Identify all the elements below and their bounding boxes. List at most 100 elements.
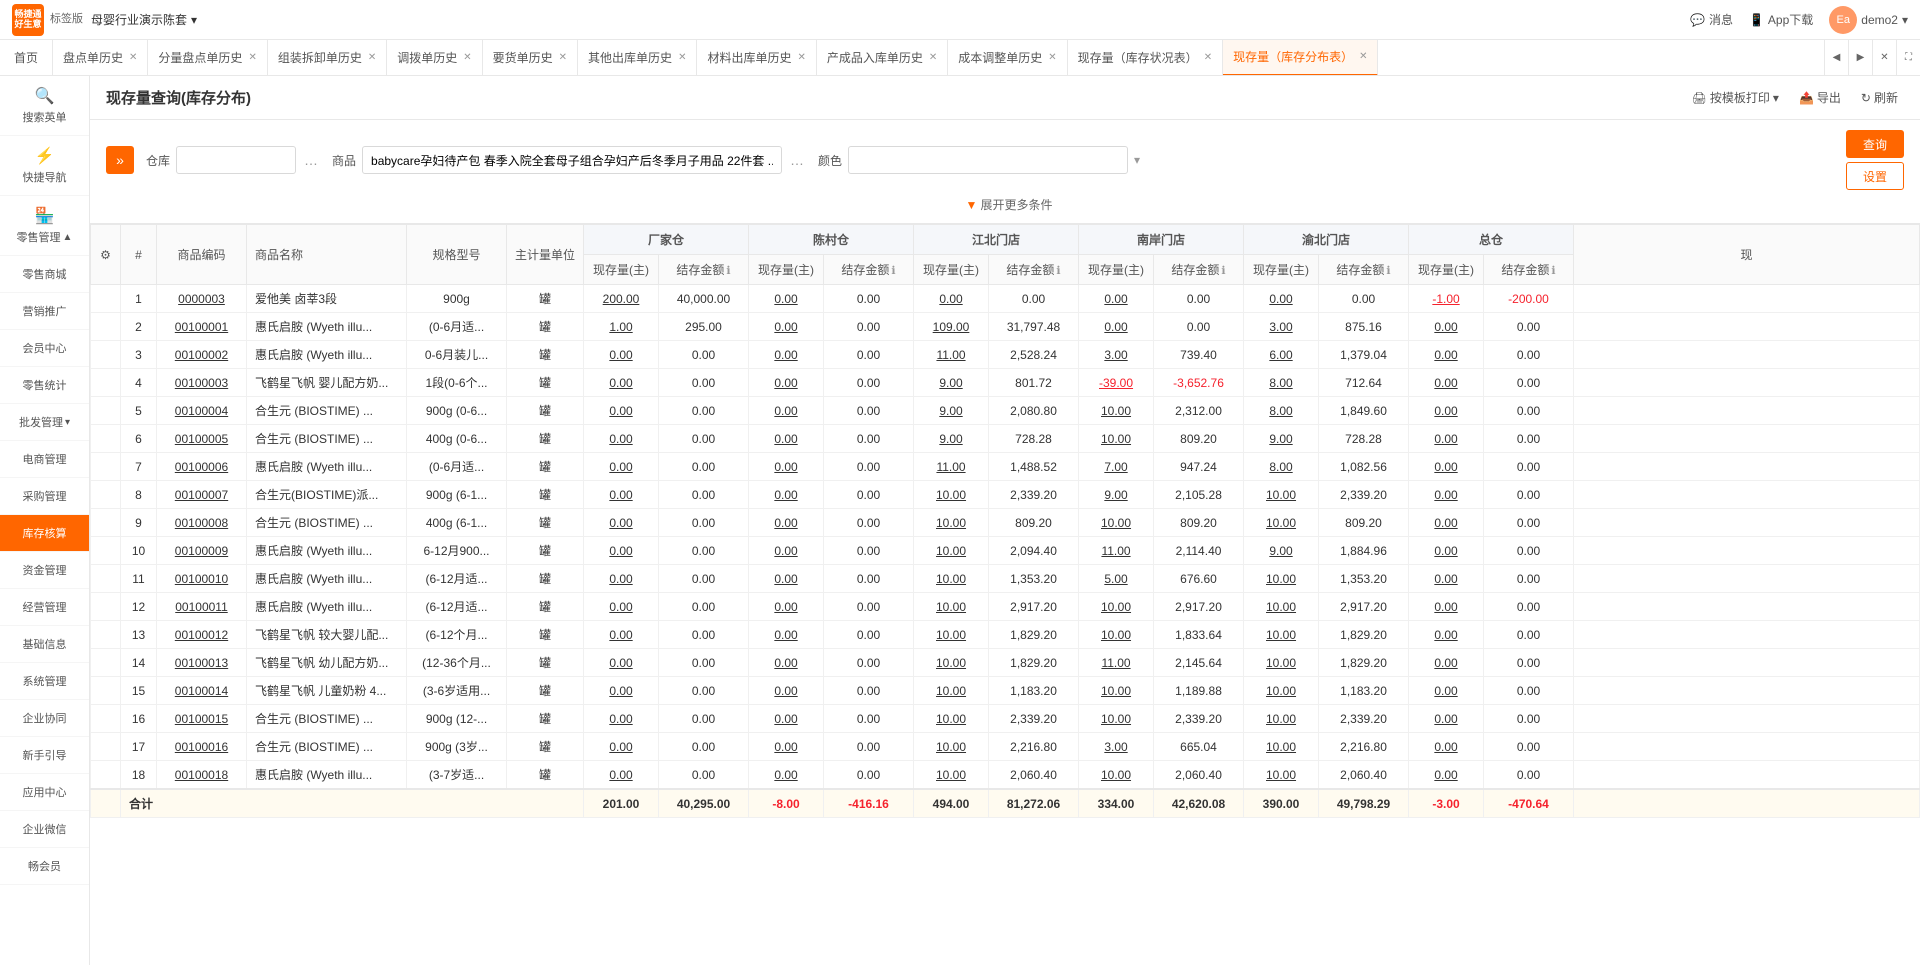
td-yubei-qty[interactable]: 3.00 (1244, 313, 1319, 341)
td-total-qty[interactable]: -1.00 (1409, 285, 1484, 313)
tab-stock-status[interactable]: 现存量（库存状况表） ✕ (1068, 40, 1223, 76)
td-chenshi-qty[interactable]: 0.00 (749, 733, 824, 761)
td-chenshi-qty[interactable]: 0.00 (749, 313, 824, 341)
td-chenshi-qty[interactable]: 0.00 (749, 453, 824, 481)
td-factory-qty[interactable]: 0.00 (584, 565, 659, 593)
td-total-qty[interactable]: 0.00 (1409, 565, 1484, 593)
tab-stock-dist[interactable]: 现存量（库存分布表） ✕ (1223, 40, 1378, 76)
sidebar-item-search[interactable]: 🔍 搜索英单 (0, 76, 89, 136)
td-factory-qty[interactable]: 0.00 (584, 397, 659, 425)
td-chenshi-qty[interactable]: 0.00 (749, 621, 824, 649)
td-total-qty[interactable]: 0.00 (1409, 425, 1484, 453)
tab-purchase-req[interactable]: 要货单历史 ✕ (483, 40, 578, 76)
td-yubei-qty[interactable]: 9.00 (1244, 425, 1319, 453)
td-nanan-qty[interactable]: 11.00 (1079, 537, 1154, 565)
nav-next[interactable]: ▶ (1848, 40, 1872, 76)
tab-other-out[interactable]: 其他出库单历史 ✕ (578, 40, 697, 76)
td-chenshi-qty[interactable]: 0.00 (749, 677, 824, 705)
td-code[interactable]: 00100007 (157, 481, 247, 509)
tab-split-count[interactable]: 分量盘点单历史 ✕ (148, 40, 267, 76)
td-yubei-qty[interactable]: 8.00 (1244, 453, 1319, 481)
td-yubei-qty[interactable]: 10.00 (1244, 593, 1319, 621)
td-jiangbei-qty[interactable]: 10.00 (914, 565, 989, 593)
sidebar-item-marketing[interactable]: 营销推广 (0, 293, 89, 330)
sidebar-item-wholesale[interactable]: 批发管理 ▾ (0, 404, 89, 441)
sidebar-item-system[interactable]: 系统管理 (0, 663, 89, 700)
td-chenshi-qty[interactable]: 0.00 (749, 509, 824, 537)
user-profile[interactable]: Ea demo2 ▾ (1829, 6, 1908, 34)
td-jiangbei-qty[interactable]: 10.00 (914, 621, 989, 649)
td-yubei-qty[interactable]: 8.00 (1244, 397, 1319, 425)
td-code[interactable]: 00100006 (157, 453, 247, 481)
td-chenshi-qty[interactable]: 0.00 (749, 425, 824, 453)
td-code[interactable]: 00100012 (157, 621, 247, 649)
sidebar-item-member[interactable]: 会员中心 (0, 330, 89, 367)
td-jiangbei-qty[interactable]: 9.00 (914, 425, 989, 453)
td-factory-qty[interactable]: 0.00 (584, 509, 659, 537)
td-total-qty[interactable]: 0.00 (1409, 677, 1484, 705)
td-factory-qty[interactable]: 0.00 (584, 593, 659, 621)
export-button[interactable]: 📤 导出 (1793, 87, 1847, 108)
td-jiangbei-qty[interactable]: 10.00 (914, 593, 989, 621)
td-nanan-qty[interactable]: 5.00 (1079, 565, 1154, 593)
td-yubei-qty[interactable]: 10.00 (1244, 481, 1319, 509)
nav-prev[interactable]: ◀ (1824, 40, 1848, 76)
sidebar-item-vip-member[interactable]: 畅会员 (0, 848, 89, 885)
td-jiangbei-qty[interactable]: 10.00 (914, 761, 989, 790)
warehouse-input[interactable] (176, 146, 296, 174)
td-chenshi-qty[interactable]: 0.00 (749, 397, 824, 425)
td-factory-qty[interactable]: 0.00 (584, 705, 659, 733)
td-factory-qty[interactable]: 0.00 (584, 677, 659, 705)
td-nanan-qty[interactable]: 10.00 (1079, 621, 1154, 649)
td-chenshi-qty[interactable]: 0.00 (749, 537, 824, 565)
messages-button[interactable]: 💬 消息 (1690, 11, 1733, 28)
td-total-qty[interactable]: 0.00 (1409, 733, 1484, 761)
td-yubei-qty[interactable]: 10.00 (1244, 733, 1319, 761)
tab-product-in[interactable]: 产成品入库单历史 ✕ (817, 40, 948, 76)
warehouse-dots-btn[interactable]: … (304, 152, 318, 168)
tab-close[interactable]: ✕ (368, 52, 376, 63)
td-total-qty[interactable]: 0.00 (1409, 761, 1484, 790)
query-button[interactable]: 查询 (1846, 130, 1904, 158)
td-factory-qty[interactable]: 1.00 (584, 313, 659, 341)
expand-conditions-btn[interactable]: ▼ 展开更多条件 (966, 196, 1053, 213)
td-nanan-qty[interactable]: 9.00 (1079, 481, 1154, 509)
td-code[interactable]: 00100016 (157, 733, 247, 761)
td-total-qty[interactable]: 0.00 (1409, 313, 1484, 341)
settings-button[interactable]: 设置 (1846, 162, 1904, 190)
product-dots-btn[interactable]: … (790, 152, 804, 168)
td-nanan-qty[interactable]: 10.00 (1079, 397, 1154, 425)
td-nanan-qty[interactable]: 10.00 (1079, 761, 1154, 790)
sidebar-item-enterprise[interactable]: 企业协同 (0, 700, 89, 737)
sidebar-item-basic[interactable]: 基础信息 (0, 626, 89, 663)
td-factory-qty[interactable]: 0.00 (584, 621, 659, 649)
td-jiangbei-qty[interactable]: 9.00 (914, 369, 989, 397)
print-button[interactable]: 🖨 按模板打印 ▾ (1686, 87, 1785, 108)
nav-expand[interactable]: ⛶ (1896, 40, 1920, 76)
sidebar-item-app-center[interactable]: 应用中心 (0, 774, 89, 811)
td-yubei-qty[interactable]: 6.00 (1244, 341, 1319, 369)
td-nanan-qty[interactable]: 10.00 (1079, 677, 1154, 705)
td-jiangbei-qty[interactable]: 11.00 (914, 453, 989, 481)
td-total-qty[interactable]: 0.00 (1409, 397, 1484, 425)
tab-cost-adj[interactable]: 成本调整单历史 ✕ (948, 40, 1067, 76)
sidebar-item-operations[interactable]: 经营管理 (0, 589, 89, 626)
tab-inventory-count[interactable]: 盘点单历史 ✕ (53, 40, 148, 76)
td-yubei-qty[interactable]: 10.00 (1244, 621, 1319, 649)
td-code[interactable]: 00100005 (157, 425, 247, 453)
td-total-qty[interactable]: 0.00 (1409, 509, 1484, 537)
td-code[interactable]: 00100001 (157, 313, 247, 341)
tab-close[interactable]: ✕ (463, 52, 471, 63)
td-nanan-qty[interactable]: -39.00 (1079, 369, 1154, 397)
td-jiangbei-qty[interactable]: 10.00 (914, 537, 989, 565)
td-factory-qty[interactable]: 0.00 (584, 761, 659, 790)
tab-close[interactable]: ✕ (1359, 51, 1367, 62)
tab-close[interactable]: ✕ (929, 52, 937, 63)
td-yubei-qty[interactable]: 10.00 (1244, 705, 1319, 733)
td-chenshi-qty[interactable]: 0.00 (749, 593, 824, 621)
td-yubei-qty[interactable]: 10.00 (1244, 761, 1319, 790)
td-code[interactable]: 00100013 (157, 649, 247, 677)
td-jiangbei-qty[interactable]: 10.00 (914, 509, 989, 537)
unit-selector[interactable]: 母婴行业演示陈套 ▾ (91, 11, 197, 28)
td-code[interactable]: 00100009 (157, 537, 247, 565)
